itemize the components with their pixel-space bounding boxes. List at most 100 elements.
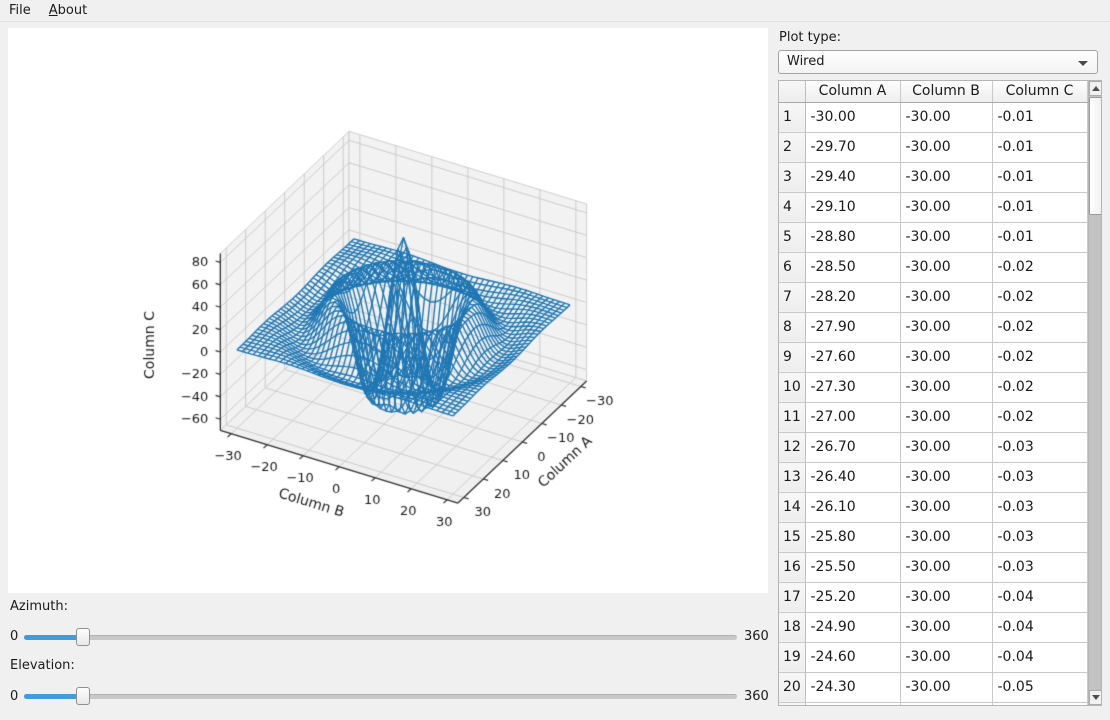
menu-file[interactable]: File — [0, 1, 40, 20]
elevation-slider-handle[interactable] — [76, 687, 90, 705]
table-cell[interactable]: -27.30 — [805, 372, 900, 402]
table-cell[interactable]: -0.04 — [992, 582, 1087, 612]
table-row[interactable]: 12-26.70-30.00-0.03 — [779, 432, 1087, 462]
azimuth-slider[interactable] — [24, 628, 737, 646]
table-cell[interactable]: -24.90 — [805, 612, 900, 642]
plot-type-select[interactable]: Wired — [778, 50, 1098, 74]
table-row[interactable]: 13-26.40-30.00-0.03 — [779, 462, 1087, 492]
table-cell[interactable] — [805, 702, 900, 706]
table-cell[interactable]: -0.03 — [992, 522, 1087, 552]
table-cell[interactable]: -29.10 — [805, 192, 900, 222]
table-row[interactable]: 20-24.30-30.00-0.05 — [779, 672, 1087, 702]
table-cell[interactable]: -29.40 — [805, 162, 900, 192]
table-cell[interactable]: -0.02 — [992, 282, 1087, 312]
table-cell[interactable]: -30.00 — [900, 372, 992, 402]
table-cell[interactable]: -0.01 — [992, 162, 1087, 192]
table-cell[interactable]: -26.40 — [805, 462, 900, 492]
table-cell[interactable]: -30.00 — [900, 162, 992, 192]
table-cell[interactable]: -0.03 — [992, 492, 1087, 522]
table-cell[interactable]: -30.00 — [900, 312, 992, 342]
table-cell[interactable]: -27.00 — [805, 402, 900, 432]
table-cell[interactable]: -30.00 — [900, 552, 992, 582]
table-cell[interactable]: -25.50 — [805, 552, 900, 582]
scroll-up-button[interactable] — [1089, 81, 1103, 96]
table-cell[interactable]: -0.04 — [992, 612, 1087, 642]
table-cell[interactable]: -29.70 — [805, 132, 900, 162]
table-cell[interactable]: -27.90 — [805, 312, 900, 342]
table-cell[interactable]: -24.60 — [805, 642, 900, 672]
table-cell[interactable]: -27.60 — [805, 342, 900, 372]
elevation-slider[interactable] — [24, 687, 737, 705]
table-cell[interactable]: -0.05 — [992, 672, 1087, 702]
table-row[interactable]: 11-27.00-30.00-0.02 — [779, 402, 1087, 432]
scrollbar-thumb[interactable] — [1089, 97, 1103, 215]
table-row[interactable]: 18-24.90-30.00-0.04 — [779, 612, 1087, 642]
table-row[interactable]: 15-25.80-30.00-0.03 — [779, 522, 1087, 552]
table-cell[interactable]: -30.00 — [900, 282, 992, 312]
table-cell[interactable]: -30.00 — [900, 222, 992, 252]
menu-about[interactable]: About — [40, 1, 96, 20]
table-cell[interactable]: -0.01 — [992, 102, 1087, 132]
table-row[interactable]: 16-25.50-30.00-0.03 — [779, 552, 1087, 582]
table-row[interactable]: 3-29.40-30.00-0.01 — [779, 162, 1087, 192]
column-c-header[interactable]: Column C — [992, 81, 1087, 102]
table-row[interactable]: 17-25.20-30.00-0.04 — [779, 582, 1087, 612]
table-cell[interactable]: -30.00 — [900, 432, 992, 462]
table-cell[interactable]: -0.04 — [992, 642, 1087, 672]
table-cell[interactable]: -30.00 — [900, 342, 992, 372]
table-row[interactable]: 9-27.60-30.00-0.02 — [779, 342, 1087, 372]
table-cell[interactable]: -30.00 — [900, 642, 992, 672]
table-cell[interactable]: -0.02 — [992, 402, 1087, 432]
table-cell[interactable]: -0.03 — [992, 552, 1087, 582]
table-cell[interactable] — [900, 702, 992, 706]
table-cell[interactable]: -30.00 — [900, 672, 992, 702]
table-cell[interactable]: -30.00 — [900, 192, 992, 222]
azimuth-slider-track[interactable] — [24, 635, 737, 640]
table-cell[interactable] — [992, 702, 1087, 706]
table-cell[interactable]: -28.20 — [805, 282, 900, 312]
table-cell[interactable]: -30.00 — [900, 522, 992, 552]
table-cell[interactable]: -0.03 — [992, 432, 1087, 462]
table-cell[interactable]: -28.80 — [805, 222, 900, 252]
corner-header-cell[interactable] — [779, 81, 805, 102]
table-cell[interactable]: -24.30 — [805, 672, 900, 702]
elevation-slider-track[interactable] — [24, 694, 737, 699]
table-cell[interactable]: -30.00 — [900, 102, 992, 132]
table-cell[interactable]: -25.20 — [805, 582, 900, 612]
table-cell[interactable]: -30.00 — [900, 612, 992, 642]
table-cell[interactable]: -26.70 — [805, 432, 900, 462]
table-cell[interactable]: -28.50 — [805, 252, 900, 282]
table-cell[interactable]: -0.01 — [992, 192, 1087, 222]
table-cell[interactable]: -30.00 — [900, 132, 992, 162]
column-b-header[interactable]: Column B — [900, 81, 992, 102]
table-row[interactable]: 10-27.30-30.00-0.02 — [779, 372, 1087, 402]
table-cell[interactable]: -0.02 — [992, 312, 1087, 342]
table-cell[interactable]: -0.01 — [992, 222, 1087, 252]
table-row[interactable]: 19-24.60-30.00-0.04 — [779, 642, 1087, 672]
table-row[interactable]: 2-29.70-30.00-0.01 — [779, 132, 1087, 162]
table-cell[interactable]: -26.10 — [805, 492, 900, 522]
table-row[interactable]: 5-28.80-30.00-0.01 — [779, 222, 1087, 252]
table-cell[interactable]: -0.02 — [992, 342, 1087, 372]
table-cell[interactable]: -30.00 — [900, 492, 992, 522]
table-row[interactable]: 4-29.10-30.00-0.01 — [779, 192, 1087, 222]
table-row[interactable]: 7-28.20-30.00-0.02 — [779, 282, 1087, 312]
table-cell[interactable]: -30.00 — [805, 102, 900, 132]
table-cell[interactable]: -30.00 — [900, 462, 992, 492]
table-cell[interactable]: -30.00 — [900, 582, 992, 612]
table-cell[interactable]: -0.03 — [992, 462, 1087, 492]
table-scrollbar[interactable] — [1088, 81, 1103, 705]
table-cell[interactable]: -0.02 — [992, 252, 1087, 282]
azimuth-slider-handle[interactable] — [76, 628, 90, 646]
table-cell[interactable]: -0.02 — [992, 372, 1087, 402]
table-row[interactable]: 8-27.90-30.00-0.02 — [779, 312, 1087, 342]
table-cell[interactable]: -30.00 — [900, 402, 992, 432]
table-cell[interactable]: -0.01 — [992, 132, 1087, 162]
table-cell[interactable]: -25.80 — [805, 522, 900, 552]
table-cell[interactable]: -30.00 — [900, 252, 992, 282]
table-row[interactable]: 6-28.50-30.00-0.02 — [779, 252, 1087, 282]
table-row-partial[interactable] — [779, 702, 1087, 706]
scroll-down-button[interactable] — [1089, 690, 1103, 705]
column-a-header[interactable]: Column A — [805, 81, 900, 102]
table-row[interactable]: 1-30.00-30.00-0.01 — [779, 102, 1087, 132]
